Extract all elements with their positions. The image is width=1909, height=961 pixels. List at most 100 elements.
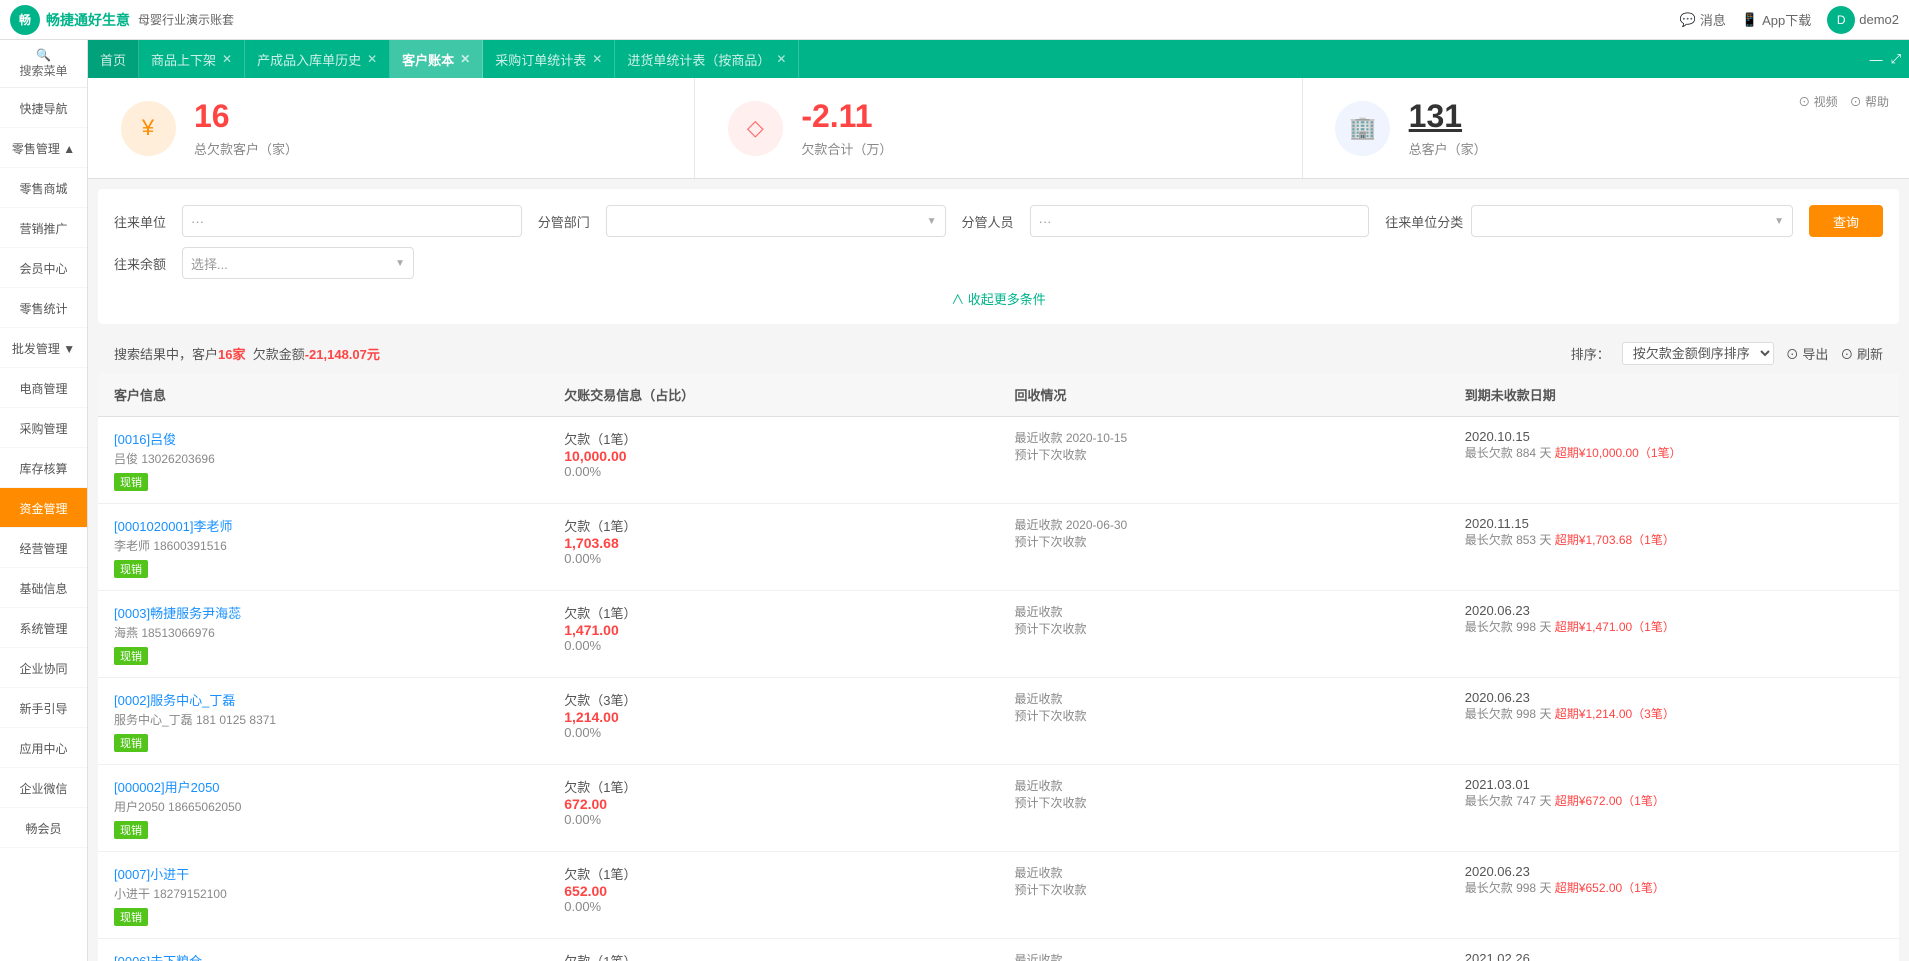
- sidebar-item-inventory[interactable]: 库存核算: [0, 448, 87, 488]
- owe-customers-number: 16: [194, 98, 298, 135]
- logo-text: 畅捷通好生意: [46, 10, 130, 30]
- card3-top-right: ⊙ 视频 ⊙ 帮助: [1798, 93, 1889, 110]
- filter-person-label: 分管人员: [962, 212, 1022, 231]
- table-row: [000002]用户2050 用户2050 18665062050 现销 欠款（…: [98, 765, 1899, 852]
- filter-source-unit-input[interactable]: ···: [182, 205, 522, 237]
- tab-maximize-btn[interactable]: ⤢: [1891, 51, 1901, 67]
- card-icon-3: 🏢: [1333, 98, 1393, 158]
- sidebar-item-retail-stats[interactable]: 零售统计: [0, 288, 87, 328]
- td-due-2: 2020.06.23 最长欠款 998 天 超期¥1,471.00（1笔）: [1449, 591, 1899, 677]
- owe-amount-number: -2.11: [801, 98, 892, 135]
- sidebar-item-operations[interactable]: 经营管理: [0, 528, 87, 568]
- th-customer-info: 客户信息: [98, 373, 548, 416]
- sidebar-item-member2[interactable]: 畅会员: [0, 808, 87, 848]
- sidebar-item-wholesale[interactable]: 批发管理 ▼: [0, 328, 87, 368]
- sidebar-item-wechat[interactable]: 企业微信: [0, 768, 87, 808]
- filter-dept-select[interactable]: [606, 205, 946, 237]
- sidebar-item-newbie[interactable]: 新手引导: [0, 688, 87, 728]
- table-row: [0001020001]李老师 李老师 18600391516 现销 欠款（1笔…: [98, 504, 1899, 591]
- tab-close-purchase-stats[interactable]: ✕: [592, 52, 602, 66]
- sidebar-item-retail-mall[interactable]: 零售商城: [0, 168, 87, 208]
- overdue-link-5[interactable]: 超期¥652.00（1笔）: [1555, 881, 1665, 895]
- sidebar-item-quick-nav[interactable]: 快捷导航: [0, 88, 87, 128]
- tab-actions: — ⤢: [1862, 51, 1909, 67]
- sidebar-item-marketing[interactable]: 营销推广: [0, 208, 87, 248]
- sidebar-search[interactable]: 🔍 搜索菜单: [0, 40, 87, 88]
- td-customer-5: [0007]小进干 小进干 18279152100 现销: [98, 852, 548, 938]
- tab-minimize-btn[interactable]: —: [1870, 52, 1883, 67]
- collapse-row[interactable]: ∧ 收起更多条件: [114, 289, 1883, 308]
- tab-product-listing[interactable]: 商品上下架 ✕: [139, 40, 245, 78]
- top-bar-left: 畅 畅捷通好生意 母婴行业演示账套: [10, 5, 234, 35]
- td-customer-0: [0016]吕俊 吕俊 13026203696 现销: [98, 417, 548, 503]
- video-btn[interactable]: ⊙ 视频: [1798, 93, 1837, 110]
- logo-icon: 畅: [10, 5, 40, 35]
- help-btn[interactable]: ⊙ 帮助: [1850, 93, 1889, 110]
- refresh-btn[interactable]: ⊙ 刷新: [1840, 344, 1883, 363]
- sidebar-item-system[interactable]: 系统管理: [0, 608, 87, 648]
- customer-name-0[interactable]: [0016]吕俊: [114, 429, 532, 448]
- query-button[interactable]: 查询: [1809, 205, 1883, 237]
- sidebar-item-ecommerce[interactable]: 电商管理: [0, 368, 87, 408]
- sidebar-item-retail-mgmt[interactable]: 零售管理 ▲: [0, 128, 87, 168]
- table-row: [0016]吕俊 吕俊 13026203696 现销 欠款（1笔） 10,000…: [98, 417, 1899, 504]
- customer-name-1[interactable]: [0001020001]李老师: [114, 516, 532, 535]
- table-header: 客户信息 欠账交易信息（占比） 回收情况 到期未收款日期: [98, 373, 1899, 417]
- table-row: [0003]畅捷服务尹海蕊 海燕 18513066976 现销 欠款（1笔） 1…: [98, 591, 1899, 678]
- result-bar: 搜索结果中，客户16家 欠款金额-21,148.07元 排序： 按欠款金额倒序排…: [98, 334, 1899, 373]
- tab-purchase-goods-stats[interactable]: 进货单统计表（按商品） ✕: [615, 40, 799, 78]
- customer-sub-3: 服务中心_丁磊 181 0125 8371: [114, 711, 532, 728]
- filter-balance-select[interactable]: 选择...: [182, 247, 414, 279]
- search-icon: 🔍: [36, 48, 51, 62]
- sidebar-item-app-center[interactable]: 应用中心: [0, 728, 87, 768]
- filter-dept-label: 分管部门: [538, 212, 598, 231]
- tab-production-history[interactable]: 产成品入库单历史 ✕: [245, 40, 390, 78]
- tab-purchase-stats[interactable]: 采购订单统计表 ✕: [483, 40, 615, 78]
- customer-name-2[interactable]: [0003]畅捷服务尹海蕊: [114, 603, 532, 622]
- sidebar-item-basic-info[interactable]: 基础信息: [0, 568, 87, 608]
- overdue-link-0[interactable]: 超期¥10,000.00（1笔）: [1555, 446, 1682, 460]
- sidebar-item-enterprise[interactable]: 企业协同: [0, 648, 87, 688]
- result-actions: 排序： 按欠款金额倒序排序 ⊙ 导出 ⊙ 刷新: [1571, 342, 1883, 365]
- message-btn[interactable]: 💬 消息: [1680, 10, 1726, 29]
- app-download-icon: 📱: [1742, 12, 1758, 28]
- filter-source-unit-label: 往来单位: [114, 212, 174, 231]
- customer-name-5[interactable]: [0007]小进干: [114, 864, 532, 883]
- summary-card-3: 🏢 131 总客户（家） ⊙ 视频 ⊙ 帮助: [1303, 78, 1909, 178]
- tab-home[interactable]: 首页: [88, 40, 139, 78]
- sidebar-item-purchase[interactable]: 采购管理: [0, 408, 87, 448]
- filter-row-2: 往来余额 选择...: [114, 247, 1883, 279]
- top-bar-right: 💬 消息 📱 App下载 D demo2: [1680, 6, 1899, 34]
- td-due-0: 2020.10.15 最长欠款 884 天 超期¥10,000.00（1笔）: [1449, 417, 1899, 503]
- td-owe-2: 欠款（1笔） 1,471.00 0.00%: [548, 591, 998, 677]
- overdue-link-3[interactable]: 超期¥1,214.00（3笔）: [1555, 707, 1675, 721]
- filter-person-input[interactable]: ···: [1030, 205, 1370, 237]
- td-due-1: 2020.11.15 最长欠款 853 天 超期¥1,703.68（1笔）: [1449, 504, 1899, 590]
- overdue-link-1[interactable]: 超期¥1,703.68（1笔）: [1555, 533, 1675, 547]
- sidebar-item-member[interactable]: 会员中心: [0, 248, 87, 288]
- overdue-link-4[interactable]: 超期¥672.00（1笔）: [1555, 794, 1665, 808]
- card-icon-2: ◇: [725, 98, 785, 158]
- sidebar-item-finance[interactable]: 资金管理: [0, 488, 87, 528]
- owe-customers-label: 总欠款客户（家）: [194, 139, 298, 158]
- user-area[interactable]: D demo2: [1827, 6, 1899, 34]
- tab-close-customer-account[interactable]: ✕: [460, 52, 470, 66]
- td-due-4: 2021.03.01 最长欠款 747 天 超期¥672.00（1笔）: [1449, 765, 1899, 851]
- td-recover-2: 最近收款 预计下次收款: [999, 591, 1449, 677]
- export-btn[interactable]: ⊙ 导出: [1786, 344, 1829, 363]
- sort-select[interactable]: 按欠款金额倒序排序: [1622, 342, 1774, 365]
- tab-close-product-listing[interactable]: ✕: [222, 52, 232, 66]
- table-row: [0006]去下粮仓 陈小希 现销 欠款（1笔） 455.90 0.00% 最近…: [98, 939, 1899, 961]
- customer-name-4[interactable]: [000002]用户2050: [114, 777, 532, 796]
- tab-customer-account[interactable]: 客户账本 ✕: [390, 40, 483, 78]
- customer-name-6[interactable]: [0006]去下粮仓: [114, 951, 532, 961]
- filter-unit-class-select[interactable]: [1471, 205, 1793, 237]
- overdue-link-2[interactable]: 超期¥1,471.00（1笔）: [1555, 620, 1675, 634]
- card-data-3: 131 总客户（家）: [1409, 98, 1487, 158]
- tab-close-production-history[interactable]: ✕: [367, 52, 377, 66]
- customer-name-3[interactable]: [0002]服务中心_丁磊: [114, 690, 532, 709]
- app-download-btn[interactable]: 📱 App下载: [1742, 10, 1811, 29]
- tab-close-purchase-goods[interactable]: ✕: [776, 52, 786, 66]
- filter-source-unit: 往来单位 ···: [114, 205, 522, 237]
- customer-tag-2: 现销: [114, 647, 148, 665]
